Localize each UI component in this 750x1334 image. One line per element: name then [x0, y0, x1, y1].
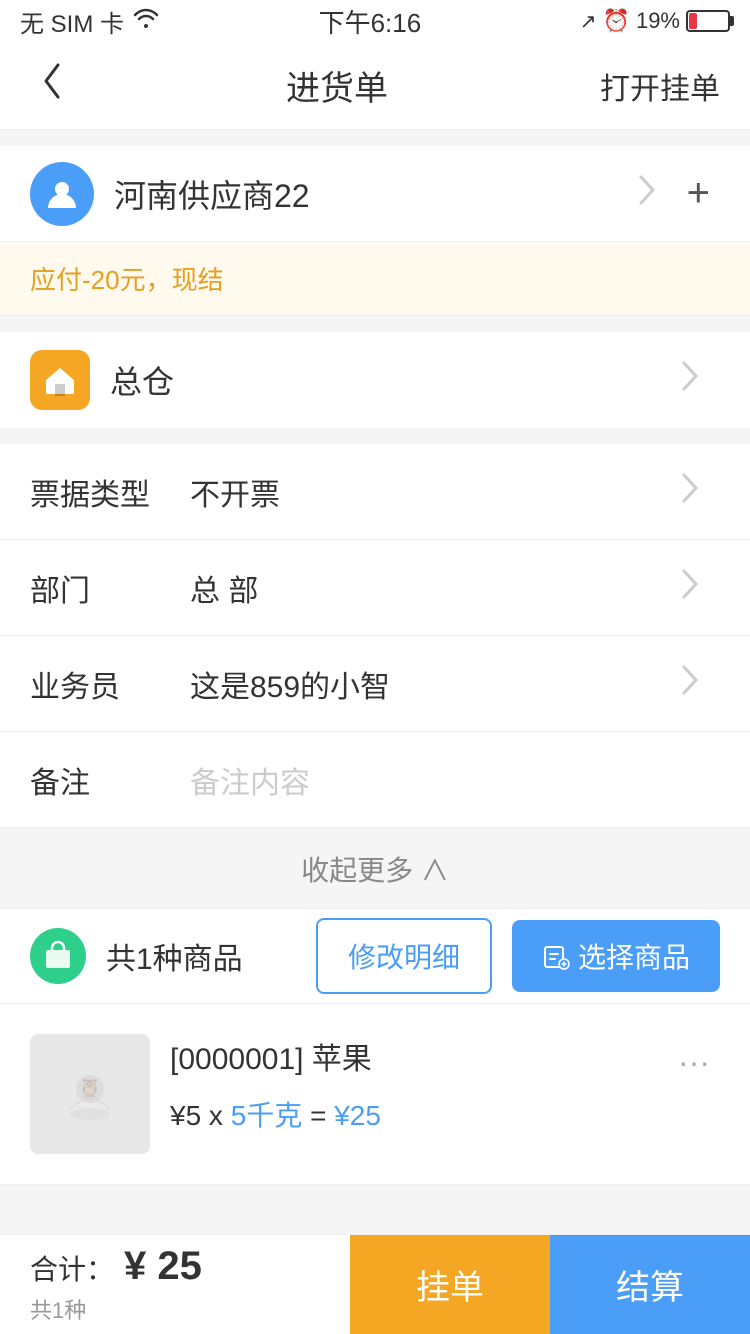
invoice-row[interactable]: 票据类型 不开票 [0, 444, 750, 540]
page-title: 进货单 [286, 61, 388, 110]
product-thumbnail: 🦉 [30, 1034, 150, 1154]
status-indicators: ↗ ⏰ 19% [580, 8, 730, 34]
dept-row[interactable]: 部门 总 部 [0, 540, 750, 636]
product-more-button[interactable]: ··· [668, 1034, 720, 1091]
product-info: [0000001] 苹果 ¥5 x 5千克 = ¥25 [170, 1034, 648, 1134]
select-product-label: 选择商品 [578, 936, 690, 976]
remark-row[interactable]: 备注 备注内容 [0, 732, 750, 828]
alarm-icon: ⏰ [603, 8, 630, 34]
pend-button[interactable]: 挂单 [350, 1235, 550, 1334]
products-count: 共1种商品 [106, 934, 296, 978]
total-label: 合计： ¥ 25 [30, 1244, 320, 1289]
product-price: ¥5 x 5千克 = ¥25 [170, 1094, 648, 1134]
product-code: [0000001] 苹果 [170, 1043, 372, 1076]
checkout-button[interactable]: 结算 [550, 1235, 750, 1334]
invoice-chevron-icon [680, 471, 700, 513]
remark-label: 备注 [30, 758, 170, 802]
wifi-icon [132, 7, 160, 36]
back-button[interactable] [30, 51, 74, 120]
status-bar: 无 SIM 卡 下午6:16 ↗ ⏰ 19% [0, 0, 750, 42]
bottom-bar: 合计： ¥ 25 共1种 挂单 结算 [0, 1234, 750, 1334]
dept-value: 总 部 [170, 566, 680, 610]
staff-label: 业务员 [30, 662, 170, 706]
product-item: 🦉 [0000001] 苹果 ¥5 x 5千克 = ¥25 ··· [0, 1004, 750, 1185]
supplier-row[interactable]: 河南供应商22 + [0, 146, 750, 242]
notice-bar: 应付-20元，现结 [0, 242, 750, 316]
open-pending-button[interactable]: 打开挂单 [600, 64, 720, 108]
dept-label: 部门 [30, 566, 170, 610]
products-header: 共1种商品 修改明细 选择商品 [0, 908, 750, 1004]
staff-chevron-icon [680, 663, 700, 705]
supplier-name: 河南供应商22 [114, 171, 637, 217]
carrier-text: 无 SIM 卡 [20, 4, 124, 39]
total-amount: ¥ 25 [124, 1244, 202, 1289]
price-text: ¥5 x [170, 1100, 231, 1131]
select-product-button[interactable]: 选择商品 [512, 920, 720, 992]
dept-chevron-icon [680, 567, 700, 609]
status-carrier: 无 SIM 卡 [20, 4, 160, 39]
warehouse-section: 总仓 [0, 332, 750, 428]
supplier-chevron-icon [637, 173, 657, 215]
equal-text: = [310, 1100, 334, 1131]
battery-percent: 19% [636, 8, 680, 34]
battery-icon [686, 10, 730, 32]
quantity-text: 5千克 [231, 1100, 303, 1131]
add-supplier-button[interactable]: + [677, 171, 720, 216]
products-section: 共1种商品 修改明细 选择商品 🦉 [0000001] 苹果 [0, 908, 750, 1185]
status-time: 下午6:16 [319, 3, 422, 40]
warehouse-icon [30, 350, 90, 410]
total-text: ¥25 [334, 1100, 381, 1131]
collapse-bar[interactable]: 收起更多 ∧ [0, 828, 750, 908]
products-icon [30, 928, 86, 984]
location-icon: ↗ [580, 9, 597, 34]
nav-bar: 进货单 打开挂单 [0, 42, 750, 130]
staff-value: 这是859的小智 [170, 662, 680, 706]
form-section: 票据类型 不开票 部门 总 部 业务员 这是859的小智 备注 备注内容 [0, 444, 750, 828]
staff-row[interactable]: 业务员 这是859的小智 [0, 636, 750, 732]
total-section: 合计： ¥ 25 共1种 [0, 1244, 350, 1325]
total-sub: 共1种 [30, 1293, 320, 1325]
warehouse-row[interactable]: 总仓 [0, 332, 750, 428]
svg-text:🦉: 🦉 [79, 1078, 101, 1098]
remark-value[interactable]: 备注内容 [170, 758, 720, 802]
warehouse-chevron-icon [680, 359, 700, 401]
supplier-section: 河南供应商22 + 应付-20元，现结 [0, 146, 750, 316]
supplier-avatar [30, 162, 94, 226]
product-name: [0000001] 苹果 [170, 1034, 648, 1078]
warehouse-name: 总仓 [110, 357, 680, 403]
invoice-value: 不开票 [170, 470, 680, 514]
invoice-label: 票据类型 [30, 470, 170, 514]
edit-detail-button[interactable]: 修改明细 [316, 918, 492, 994]
total-prefix: 合计： [30, 1248, 114, 1288]
